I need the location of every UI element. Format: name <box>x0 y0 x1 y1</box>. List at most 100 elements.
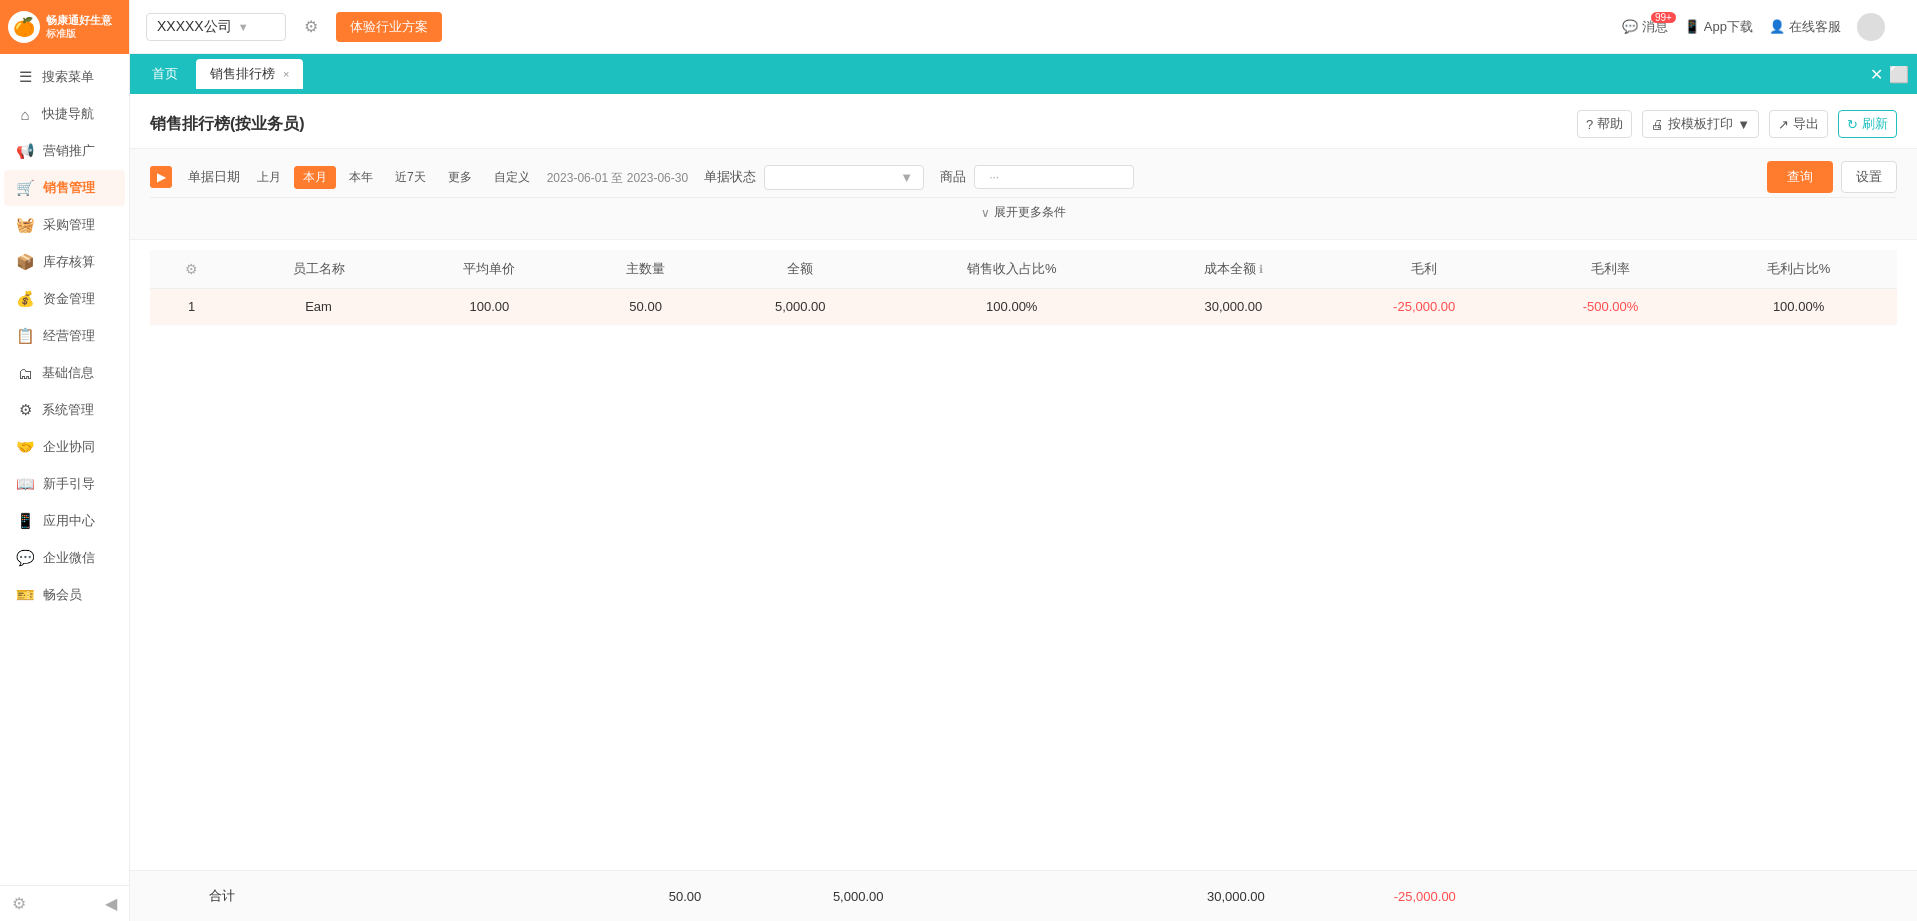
sidebar-item-guide[interactable]: 📖新手引导 <box>4 466 125 502</box>
sidebar-item-operations[interactable]: 📋经营管理 <box>4 318 125 354</box>
date-btn-本月[interactable]: 本月 <box>294 166 336 189</box>
sidebar-item-label-system: 系统管理 <box>42 401 94 419</box>
sidebar-collapse-icon[interactable]: ◀ <box>105 894 117 913</box>
sidebar-item-label-basic: 基础信息 <box>42 364 94 382</box>
app-download-button[interactable]: 📱 App下载 <box>1684 18 1753 36</box>
table-area: ⚙员工名称平均单价主数量全额销售收入占比%成本全额 ℹ毛利毛利率毛利占比% 1E… <box>130 240 1917 335</box>
sidebar-item-label-operations: 经营管理 <box>43 327 95 345</box>
tab-home[interactable]: 首页 <box>138 59 192 89</box>
page-content: 销售排行榜(按业务员) ? 帮助 🖨 按模板打印 ▼ ↗ 导出 <box>130 94 1917 921</box>
sidebar-item-inventory[interactable]: 📦库存核算 <box>4 244 125 280</box>
date-btn-本年[interactable]: 本年 <box>340 166 382 189</box>
tab-maximize-icon[interactable]: ⬜ <box>1889 65 1909 84</box>
goods-select[interactable]: ··· <box>974 165 1134 189</box>
sidebar-item-search[interactable]: ☰搜索菜单 <box>4 59 125 95</box>
total-gross-rate <box>1519 879 1708 913</box>
col-header-7: 毛利 <box>1327 250 1521 289</box>
app-download-label: App下载 <box>1704 18 1753 36</box>
table-settings-icon[interactable]: ⚙ <box>185 261 198 277</box>
sidebar-item-label-sales: 销售管理 <box>43 179 95 197</box>
inventory-icon: 📦 <box>16 253 35 271</box>
purchase-icon: 🧺 <box>16 216 35 234</box>
refresh-button[interactable]: ↻ 刷新 <box>1838 110 1897 138</box>
query-button[interactable]: 查询 <box>1767 161 1833 193</box>
sidebar-item-basic[interactable]: 🗂基础信息 <box>4 355 125 391</box>
goods-more-icon[interactable]: ··· <box>989 170 999 184</box>
cell-0-9: 100.00% <box>1700 289 1897 325</box>
sidebar-item-finance[interactable]: 💰资金管理 <box>4 281 125 317</box>
col-header-1: 员工名称 <box>233 250 404 289</box>
print-button[interactable]: 🖨 按模板打印 ▼ <box>1642 110 1759 138</box>
date-btn-更多[interactable]: 更多 <box>439 166 481 189</box>
cell-0-7: -25,000.00 <box>1327 289 1521 325</box>
print-icon: 🖨 <box>1651 117 1664 132</box>
sidebar-item-member[interactable]: 🎫 畅会员 <box>4 577 125 613</box>
top-bar-right: 💬 消息 99+ 📱 App下载 👤 在线客服 <box>1622 13 1901 41</box>
top-bar: XXXXX公司 ▼ ⚙ 体验行业方案 💬 消息 99+ 📱 App下载 👤 在线… <box>130 0 1917 54</box>
print-label: 按模板打印 <box>1668 115 1733 133</box>
export-button[interactable]: ↗ 导出 <box>1769 110 1828 138</box>
cell-0-8: -500.00% <box>1521 289 1700 325</box>
tab-close-window-icon[interactable]: ✕ <box>1870 65 1883 84</box>
sidebar-item-system[interactable]: ⚙ 系统管理 <box>4 392 125 428</box>
message-button[interactable]: 💬 消息 99+ <box>1622 18 1668 36</box>
print-chevron-icon: ▼ <box>1737 117 1750 132</box>
tab-bar: 首页 销售排行榜 × ✕ ⬜ <box>130 54 1917 94</box>
cell-0-3: 50.00 <box>575 289 717 325</box>
system-icon: ⚙ <box>16 401 34 419</box>
total-gross-pct <box>1708 879 1897 913</box>
sidebar-settings-icon[interactable]: ⚙ <box>12 894 26 913</box>
sidebar-item-enterprise[interactable]: 🤝企业协同 <box>4 429 125 465</box>
total-amount: 5,000.00 <box>764 879 953 913</box>
help-button[interactable]: ? 帮助 <box>1577 110 1632 138</box>
date-btn-自定义[interactable]: 自定义 <box>485 166 539 189</box>
date-btn-近7天[interactable]: 近7天 <box>386 166 435 189</box>
settings-button[interactable]: 设置 <box>1841 161 1897 193</box>
status-select[interactable]: ▼ <box>764 165 924 190</box>
sidebar-item-apps[interactable]: 📱应用中心 <box>4 503 125 539</box>
table-row: 1Eam100.0050.005,000.00100.00%30,000.00-… <box>150 289 1897 325</box>
sidebar-item-sales[interactable]: 🛒销售管理 <box>4 170 125 206</box>
app-logo: 🍊 畅康通好生意 标准版 <box>0 0 129 54</box>
total-qty: 50.00 <box>606 879 763 913</box>
shortcut-icon: ⌂ <box>16 106 34 123</box>
company-selector[interactable]: XXXXX公司 ▼ <box>146 13 286 41</box>
tab-sales-ranking[interactable]: 销售排行榜 × <box>196 59 303 89</box>
col-header-2: 平均单价 <box>404 250 575 289</box>
online-service-icon: 👤 <box>1769 19 1785 34</box>
sidebar-item-wechat[interactable]: 💬企业微信 <box>4 540 125 576</box>
status-filter-label: 单据状态 <box>704 168 756 186</box>
page-inner: 销售排行榜(按业务员) ? 帮助 🖨 按模板打印 ▼ ↗ 导出 <box>130 94 1917 921</box>
date-button-group: 上月本月本年近7天更多自定义 <box>248 166 539 189</box>
header-settings-icon[interactable]: ⚙ <box>296 12 326 42</box>
total-label: 合计 <box>197 879 449 913</box>
sidebar-item-purchase[interactable]: 🧺采购管理 <box>4 207 125 243</box>
total-sales-pct <box>953 879 1142 913</box>
expand-more-button[interactable]: ∨ 展开更多条件 <box>150 197 1897 227</box>
col-header-8: 毛利率 <box>1521 250 1700 289</box>
industry-button[interactable]: 体验行业方案 <box>336 12 442 42</box>
tab-sales-ranking-label: 销售排行榜 <box>210 65 275 83</box>
expand-arrow-button[interactable]: ▶ <box>150 166 172 188</box>
action-buttons: 查询 设置 <box>1767 161 1897 193</box>
expand-label: 展开更多条件 <box>994 204 1066 221</box>
total-gross: -25,000.00 <box>1330 879 1519 913</box>
col-header-9: 毛利占比% <box>1700 250 1897 289</box>
date-btn-上月[interactable]: 上月 <box>248 166 290 189</box>
member-icon: 🎫 <box>16 586 35 604</box>
tab-home-label: 首页 <box>152 65 178 83</box>
date-range-display: 2023-06-01 至 2023-06-30 <box>547 170 688 187</box>
sidebar-item-marketing[interactable]: 📢营销推广 <box>4 133 125 169</box>
main-area: XXXXX公司 ▼ ⚙ 体验行业方案 💬 消息 99+ 📱 App下载 👤 在线… <box>130 0 1917 921</box>
sidebar-item-shortcut[interactable]: ⌂快捷导航 <box>4 96 125 132</box>
online-service-button[interactable]: 👤 在线客服 <box>1769 18 1841 36</box>
cost-info-icon[interactable]: ℹ <box>1259 263 1263 275</box>
sidebar-item-label-member: 畅会员 <box>43 586 82 604</box>
sidebar-bottom: ⚙ ◀ <box>0 885 129 921</box>
help-icon: ? <box>1586 117 1593 132</box>
company-name: XXXXX公司 <box>157 18 232 36</box>
help-label: 帮助 <box>1597 115 1623 133</box>
sidebar-item-label-finance: 资金管理 <box>43 290 95 308</box>
filter-status-item: 单据状态 ▼ <box>704 165 924 190</box>
tab-close-icon[interactable]: × <box>283 68 289 80</box>
